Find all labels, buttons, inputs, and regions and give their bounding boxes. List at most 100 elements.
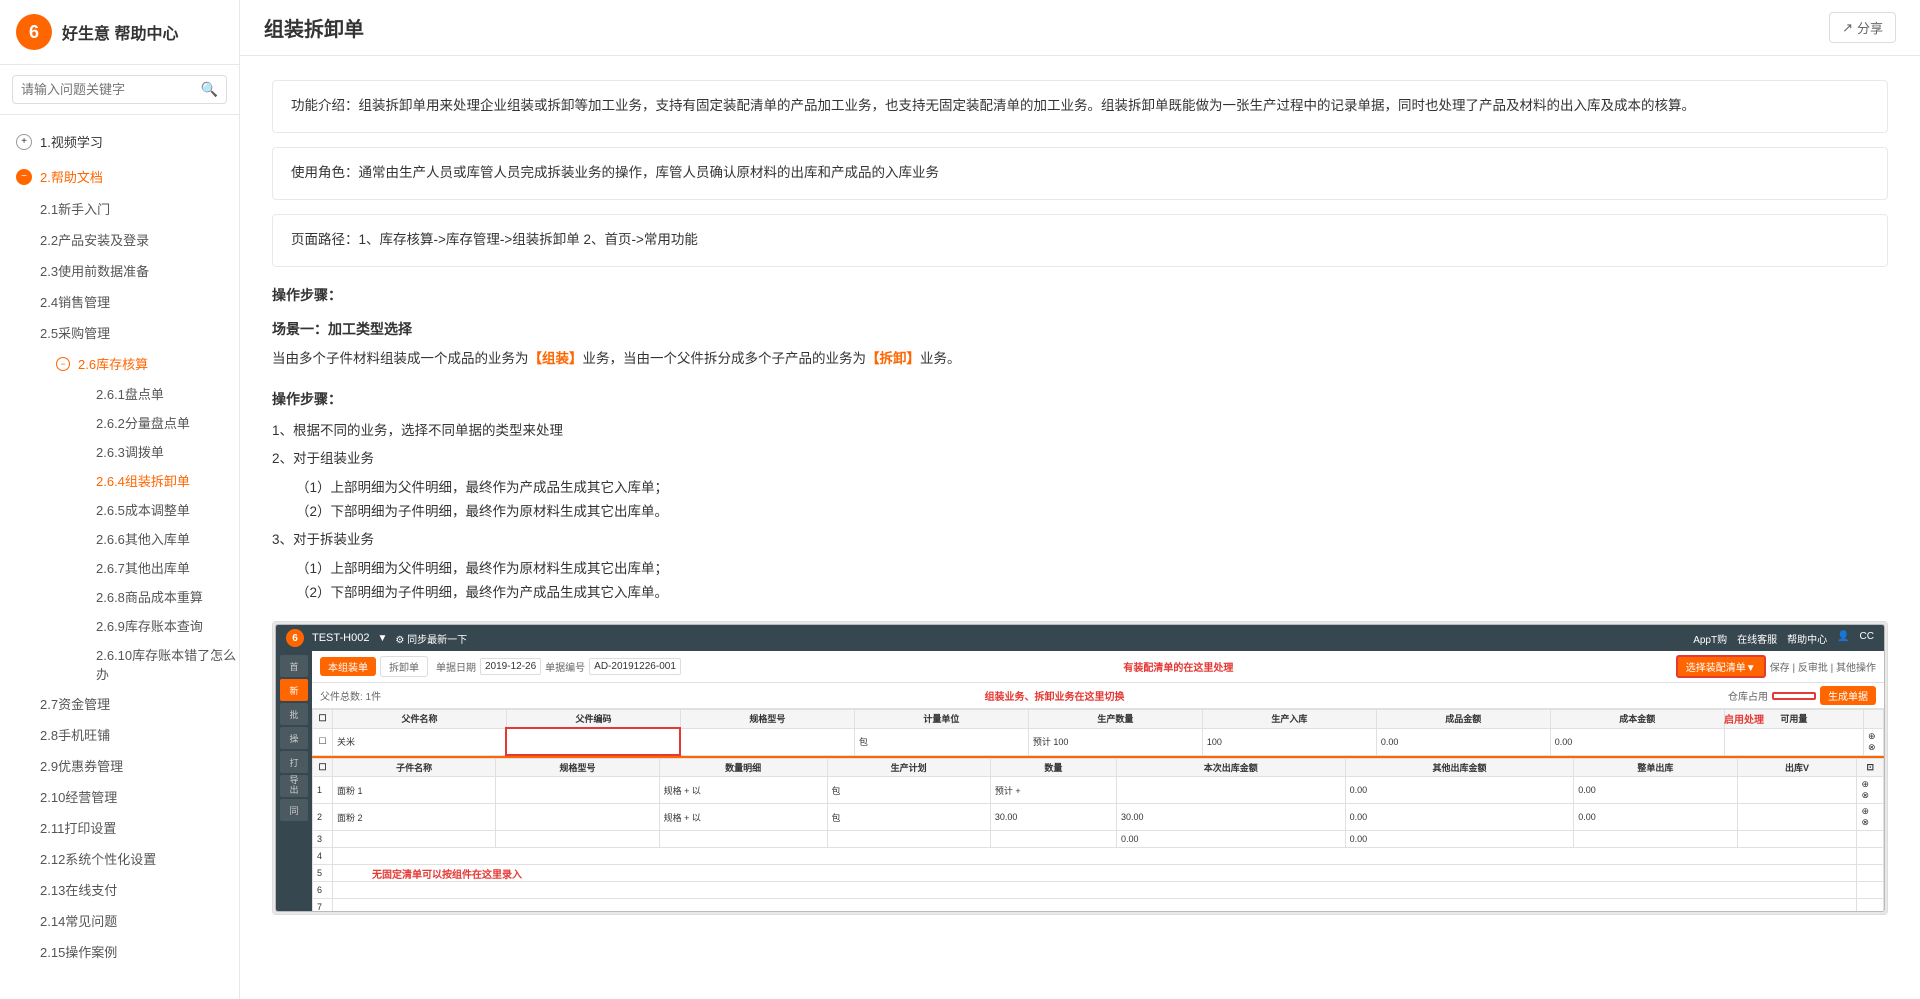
sidebar-item-assembly[interactable]: 2.6.4组装拆卸单 (96, 466, 239, 495)
mock-company: TEST-H002 (312, 632, 369, 644)
mock-order-label: 单据编号 (545, 659, 585, 674)
mock-annotation-2-container: 组装业务、拆卸业务在这里切换 (385, 688, 1724, 703)
expand-icon-s2: − (16, 169, 32, 185)
sidebar-item-coupon[interactable]: 2.9优惠券管理 (40, 750, 239, 781)
mock-td-spec (680, 728, 854, 755)
mock-table-row-bot-7: 7 (313, 899, 1884, 912)
share-button[interactable]: ↗ 分享 (1829, 12, 1896, 43)
intro-text-3: 页面路径：1、库存核算->库存管理->组装拆卸单 2、首页->常用功能 (291, 232, 698, 247)
sidebar-item-faq[interactable]: 2.14常见问题 (40, 905, 239, 936)
mock-generate-btn[interactable]: 生成单据 (1820, 686, 1876, 705)
mock-tab-assembly[interactable]: 本组装单 (320, 657, 376, 676)
sidebar-item-ops[interactable]: 2.10经营管理 (40, 781, 239, 812)
mock-th2-plan: 生产计划 (827, 759, 990, 777)
sidebar-item-payment[interactable]: 2.13在线支付 (40, 874, 239, 905)
mock-select-bom[interactable]: 选择装配清单▼ (1676, 655, 1766, 678)
sidebar-item-label-s1: 1.视频学习 (40, 132, 103, 151)
intro-block-3: 页面路径：1、库存核算->库存管理->组装拆卸单 2、首页->常用功能 (272, 214, 1888, 267)
sidebar-item-finance[interactable]: 2.7资金管理 (40, 688, 239, 719)
mock-th-parent-code: 父件编码 (506, 710, 680, 729)
nav-list: + 1.视频学习 − 2.帮助文档 2.1新手入门 2.2产品安装及登录 2.3… (0, 115, 239, 999)
mock-td-unit: 包 (854, 728, 1028, 755)
sidebar-item-videos[interactable]: + 1.视频学习 (0, 125, 239, 158)
mock-th2-out2: 其他出库金额 (1345, 759, 1574, 777)
sidebar-item-other-out[interactable]: 2.6.7其他出库单 (96, 553, 239, 582)
sidebar-item-stock-query[interactable]: 2.6.9库存账本查询 (96, 611, 239, 640)
steps-heading: 操作步骤： (272, 285, 1888, 305)
mock-nav-7: 同 (280, 799, 308, 821)
sidebar-item-newcomer[interactable]: 2.1新手入门 (40, 193, 239, 224)
sidebar-item-mobile[interactable]: 2.8手机旺铺 (40, 719, 239, 750)
search-input[interactable] (21, 82, 201, 97)
intro-block-1: 功能介绍：组装拆卸单用来处理企业组装或拆卸等加工业务，支持有固定装配清单的产品加… (272, 80, 1888, 133)
mock-td-parent-code (506, 728, 680, 755)
mock-table-row-bot-4: 4 (313, 848, 1884, 865)
mock-tab-disassemble[interactable]: 拆卸单 (380, 656, 428, 677)
mock-td-parent-name: 关米 (333, 728, 507, 755)
step2-sub1: （1）上部明细为父件明细，最终作为产成品生成其它入库单； (272, 476, 1888, 500)
step1: 1、根据不同的业务，选择不同单据的类型来处理 (272, 419, 1888, 443)
search-icon[interactable]: 🔍 (201, 81, 218, 98)
mock-th-ops (1864, 710, 1884, 729)
scenario1-heading-text: 场景一：加工类型选择 (272, 321, 412, 337)
sidebar-item-transfer[interactable]: 2.6.3调拨单 (96, 437, 239, 466)
mock-annotation-4: 无固定清单可以按组件在这里录入 (372, 866, 522, 881)
sidebar-item-cost-recalc[interactable]: 2.6.8商品成本重算 (96, 582, 239, 611)
mock-td-prod-amount: 0.00 (1376, 728, 1550, 755)
sidebar-item-label-s2-6: 2.6库存核算 (78, 354, 148, 373)
mock-logo: 6 (286, 629, 304, 647)
mock-order-input[interactable]: AD-20191226-001 (589, 658, 681, 675)
sidebar-item-print[interactable]: 2.11打印设置 (40, 812, 239, 843)
sidebar-item-personalize[interactable]: 2.12系统个性化设置 (40, 843, 239, 874)
mock-date-input[interactable]: 2019-12-26 (480, 658, 541, 675)
mock-warehouse-input[interactable] (1772, 692, 1816, 700)
mock-annotation-2: 组装业务、拆卸业务在这里切换 (985, 688, 1125, 703)
main-content: 组装拆卸单 ↗ 分享 功能介绍：组装拆卸单用来处理企业组装或拆卸等加工业务，支持… (240, 0, 1920, 999)
mock-close: CC (1860, 631, 1874, 646)
mock-warehouse-label: 仓库占用 (1728, 688, 1768, 703)
sidebar-item-install[interactable]: 2.2产品安装及登录 (40, 224, 239, 255)
sidebar-item-inventory[interactable]: − 2.6库存核算 (40, 348, 239, 379)
mock-action-btns: 保存 | 反审批 | 其他操作 (1770, 659, 1876, 674)
mock-nav-5: 打 (280, 751, 308, 773)
mock-td-avail (1724, 728, 1863, 755)
mock-th-prod-amount: 成品金额 (1376, 710, 1550, 729)
mock-th2-out1: 本次出库金额 (1116, 759, 1345, 777)
mock-table-row-bot-6: 6 (313, 882, 1884, 899)
mock-th2-check: ☐ (313, 759, 333, 777)
nav-sub-list-docs: 2.1新手入门 2.2产品安装及登录 2.3使用前数据准备 2.4销售管理 2.… (0, 193, 239, 967)
search-box: 🔍 (12, 75, 227, 104)
mock-nav-6: 导出 (280, 775, 308, 797)
step3-sub1: （1）上部明细为父件明细，最终作为原材料生成其它出库单； (272, 557, 1888, 581)
sidebar-item-dataprep[interactable]: 2.3使用前数据准备 (40, 255, 239, 286)
page-title: 组装拆卸单 (264, 13, 364, 42)
sidebar-item-cost-adjust[interactable]: 2.6.5成本调整单 (96, 495, 239, 524)
mock-sync-icon: ⚙ 同步最新一下 (395, 631, 467, 646)
mock-table-bottom: ☐ 子件名称 规格型号 数量明细 生产计划 数量 本次出库金额 (312, 758, 1884, 911)
logo-area: 6 好生意 帮助中心 (0, 0, 239, 65)
share-icon: ↗ (1842, 20, 1853, 36)
expand-icon-s1: + (16, 134, 32, 150)
sidebar-item-purchase[interactable]: 2.5采购管理 (40, 317, 239, 348)
sidebar-item-docs[interactable]: − 2.帮助文档 (0, 160, 239, 193)
mock-td-row-ops: ⊕ ⊗ (1864, 728, 1884, 755)
sidebar-item-stocktake[interactable]: 2.6.1盘点单 (96, 379, 239, 408)
mock-sub-toolbar: 父件总数: 1件 组装业务、拆卸业务在这里切换 仓库占用 生成单据 (312, 683, 1884, 709)
mock-td-check: ☐ (313, 728, 333, 755)
sidebar-item-stock-error[interactable]: 2.6.10库存账本错了怎么办 (96, 640, 239, 688)
mock-table-row-bot-2: 2 面粉 2 规格 + 以 包 30.00 30.00 0.0 (313, 804, 1884, 831)
sidebar-item-other-in[interactable]: 2.6.6其他入库单 (96, 524, 239, 553)
intro-text-2: 使用角色：通常由生产人员或库管人员完成拆装业务的操作，库管人员确认原材料的出库和… (291, 165, 939, 180)
sidebar-item-sales[interactable]: 2.4销售管理 (40, 286, 239, 317)
mock-table-row-top-1: ☐ 关米 包 预计 100 100 0.00 (313, 728, 1884, 755)
mock-window-controls: AppT购 在线客服 帮助中心 👤 CC (1693, 631, 1874, 646)
sidebar-item-cases[interactable]: 2.15操作案例 (40, 936, 239, 967)
mock-th2-qty: 数量 (990, 759, 1116, 777)
mock-nav-4: 操 (280, 727, 308, 749)
sidebar-item-partial-stocktake[interactable]: 2.6.2分量盘点单 (96, 408, 239, 437)
steps-label: 操作步骤： (272, 389, 1888, 409)
mock-date-label: 单据日期 (436, 659, 476, 674)
mock-table-bottom-container: 无固定清单可以按组件在这里录入 ☐ 子件名称 规格型号 数量明细 (312, 758, 1884, 911)
mock-help: 帮助中心 (1787, 631, 1827, 646)
mock-th2-out-v: 出库V (1737, 759, 1857, 777)
